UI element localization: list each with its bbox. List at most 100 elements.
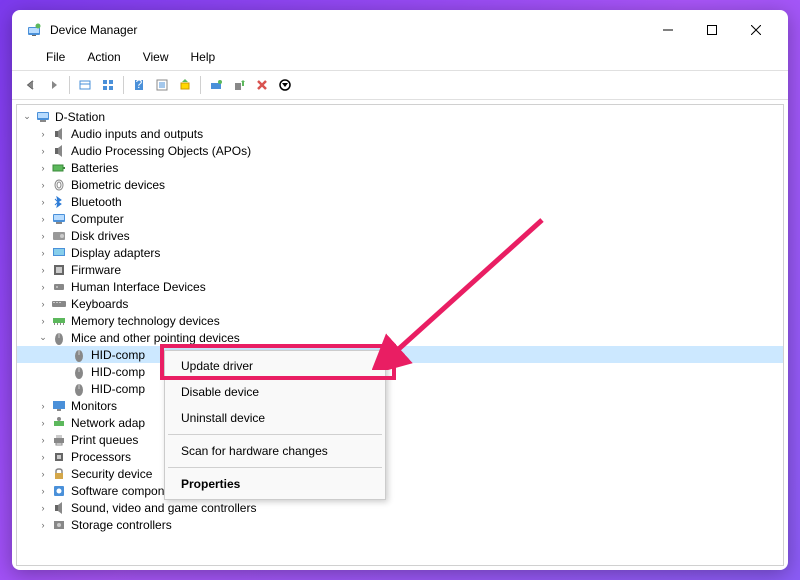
context-separator bbox=[168, 434, 382, 435]
tree-node[interactable]: › Audio inputs and outputs bbox=[17, 125, 783, 142]
scan-button[interactable] bbox=[205, 74, 227, 96]
bluetooth-icon bbox=[51, 194, 67, 210]
expand-icon[interactable]: › bbox=[37, 196, 49, 208]
tree-node[interactable]: › Print queues bbox=[17, 431, 783, 448]
minimize-button[interactable] bbox=[646, 16, 690, 44]
expand-icon[interactable]: › bbox=[37, 213, 49, 225]
context-disable-device[interactable]: Disable device bbox=[167, 379, 383, 405]
node-label: Security device bbox=[71, 467, 152, 481]
processor-icon bbox=[51, 449, 67, 465]
tree-node[interactable]: HID-comp bbox=[17, 380, 783, 397]
node-label: HID-comp bbox=[91, 348, 145, 362]
mouse-icon bbox=[71, 364, 87, 380]
expand-icon[interactable]: › bbox=[37, 230, 49, 242]
tree-node[interactable]: ›Audio Processing Objects (APOs) bbox=[17, 142, 783, 159]
expand-icon[interactable]: › bbox=[37, 400, 49, 412]
titlebar: Device Manager bbox=[12, 10, 788, 46]
node-label: D-Station bbox=[55, 110, 105, 124]
display-icon bbox=[51, 245, 67, 261]
view-button[interactable] bbox=[97, 74, 119, 96]
close-button[interactable] bbox=[734, 16, 778, 44]
tree-node[interactable]: ›Batteries bbox=[17, 159, 783, 176]
expand-icon[interactable]: › bbox=[37, 451, 49, 463]
expand-icon[interactable]: › bbox=[37, 128, 49, 140]
expand-icon[interactable]: › bbox=[37, 179, 49, 191]
node-label: Human Interface Devices bbox=[71, 280, 206, 294]
tree-node[interactable]: › Disk drives bbox=[17, 227, 783, 244]
context-scan-for-hardware-changes[interactable]: Scan for hardware changes bbox=[167, 438, 383, 464]
node-label: Mice and other pointing devices bbox=[71, 331, 240, 345]
tree-node[interactable]: HID-comp bbox=[17, 363, 783, 380]
battery-icon bbox=[51, 160, 67, 176]
expand-icon[interactable]: › bbox=[37, 145, 49, 157]
expand-icon[interactable]: › bbox=[37, 281, 49, 293]
node-label: Firmware bbox=[71, 263, 121, 277]
tree-node[interactable]: HID-comp bbox=[17, 346, 783, 363]
add-legacy-button[interactable] bbox=[228, 74, 250, 96]
collapse-icon[interactable]: ⌄ bbox=[21, 111, 33, 123]
menu-help[interactable]: Help bbox=[181, 48, 226, 66]
menu-file[interactable]: File bbox=[36, 48, 75, 66]
expand-icon[interactable]: › bbox=[37, 485, 49, 497]
tree-node[interactable]: › Bluetooth bbox=[17, 193, 783, 210]
tree-node[interactable]: › Security device bbox=[17, 465, 783, 482]
help-button[interactable]: ? bbox=[128, 74, 150, 96]
expand-icon[interactable]: › bbox=[37, 468, 49, 480]
window-controls bbox=[646, 16, 778, 44]
tree-node[interactable]: ⌄ Mice and other pointing devices bbox=[17, 329, 783, 346]
expand-icon[interactable]: › bbox=[37, 315, 49, 327]
expand-icon[interactable]: › bbox=[37, 162, 49, 174]
context-update-driver[interactable]: Update driver bbox=[167, 353, 383, 379]
maximize-button[interactable] bbox=[690, 16, 734, 44]
menu-view[interactable]: View bbox=[133, 48, 179, 66]
tree-node[interactable]: › Human Interface Devices bbox=[17, 278, 783, 295]
tree-node[interactable]: › Firmware bbox=[17, 261, 783, 278]
node-label: Print queues bbox=[71, 433, 138, 447]
node-label: Keyboards bbox=[71, 297, 128, 311]
tree-node[interactable]: ›Network adap bbox=[17, 414, 783, 431]
collapse-icon[interactable]: ⌄ bbox=[37, 332, 49, 344]
context-uninstall-device[interactable]: Uninstall device bbox=[167, 405, 383, 431]
menu-action[interactable]: Action bbox=[77, 48, 130, 66]
show-hidden-button[interactable] bbox=[74, 74, 96, 96]
audio-icon bbox=[51, 126, 67, 142]
computer-icon bbox=[51, 211, 67, 227]
properties-button[interactable] bbox=[151, 74, 173, 96]
tree-node[interactable]: ›Software components bbox=[17, 482, 783, 499]
tree-node[interactable]: ›Display adapters bbox=[17, 244, 783, 261]
tree-node[interactable]: ⌄ D-Station bbox=[17, 108, 783, 125]
node-label: Disk drives bbox=[71, 229, 130, 243]
tree-node[interactable]: › Biometric devices bbox=[17, 176, 783, 193]
context-menu: Update driverDisable deviceUninstall dev… bbox=[164, 350, 386, 500]
tree-node[interactable]: ›Monitors bbox=[17, 397, 783, 414]
update-driver-button[interactable] bbox=[174, 74, 196, 96]
tree-node[interactable]: ›Storage controllers bbox=[17, 516, 783, 533]
expand-icon[interactable]: › bbox=[37, 298, 49, 310]
tree-node[interactable]: › Computer bbox=[17, 210, 783, 227]
device-tree[interactable]: ⌄ D-Station › Audio inputs and outputs›Audi… bbox=[16, 104, 784, 566]
expand-icon[interactable]: › bbox=[37, 247, 49, 259]
tree-node[interactable]: ›Sound, video and game controllers bbox=[17, 499, 783, 516]
expand-icon[interactable]: › bbox=[37, 502, 49, 514]
printer-icon bbox=[51, 432, 67, 448]
expand-icon[interactable]: › bbox=[37, 434, 49, 446]
storage-icon bbox=[51, 517, 67, 533]
forward-button[interactable] bbox=[43, 74, 65, 96]
disable-button[interactable] bbox=[274, 74, 296, 96]
node-label: Bluetooth bbox=[71, 195, 122, 209]
context-properties[interactable]: Properties bbox=[167, 471, 383, 497]
expand-icon[interactable]: › bbox=[37, 264, 49, 276]
tree-node[interactable]: › Keyboards bbox=[17, 295, 783, 312]
uninstall-button[interactable] bbox=[251, 74, 273, 96]
tree-node[interactable]: ›Memory technology devices bbox=[17, 312, 783, 329]
hid-icon bbox=[51, 279, 67, 295]
back-button[interactable] bbox=[20, 74, 42, 96]
node-label: Computer bbox=[71, 212, 124, 226]
node-label: HID-comp bbox=[91, 382, 145, 396]
node-label: Biometric devices bbox=[71, 178, 165, 192]
expand-icon[interactable]: › bbox=[37, 417, 49, 429]
node-label: Audio inputs and outputs bbox=[71, 127, 203, 141]
audio-icon bbox=[51, 143, 67, 159]
expand-icon[interactable]: › bbox=[37, 519, 49, 531]
tree-node[interactable]: ›Processors bbox=[17, 448, 783, 465]
